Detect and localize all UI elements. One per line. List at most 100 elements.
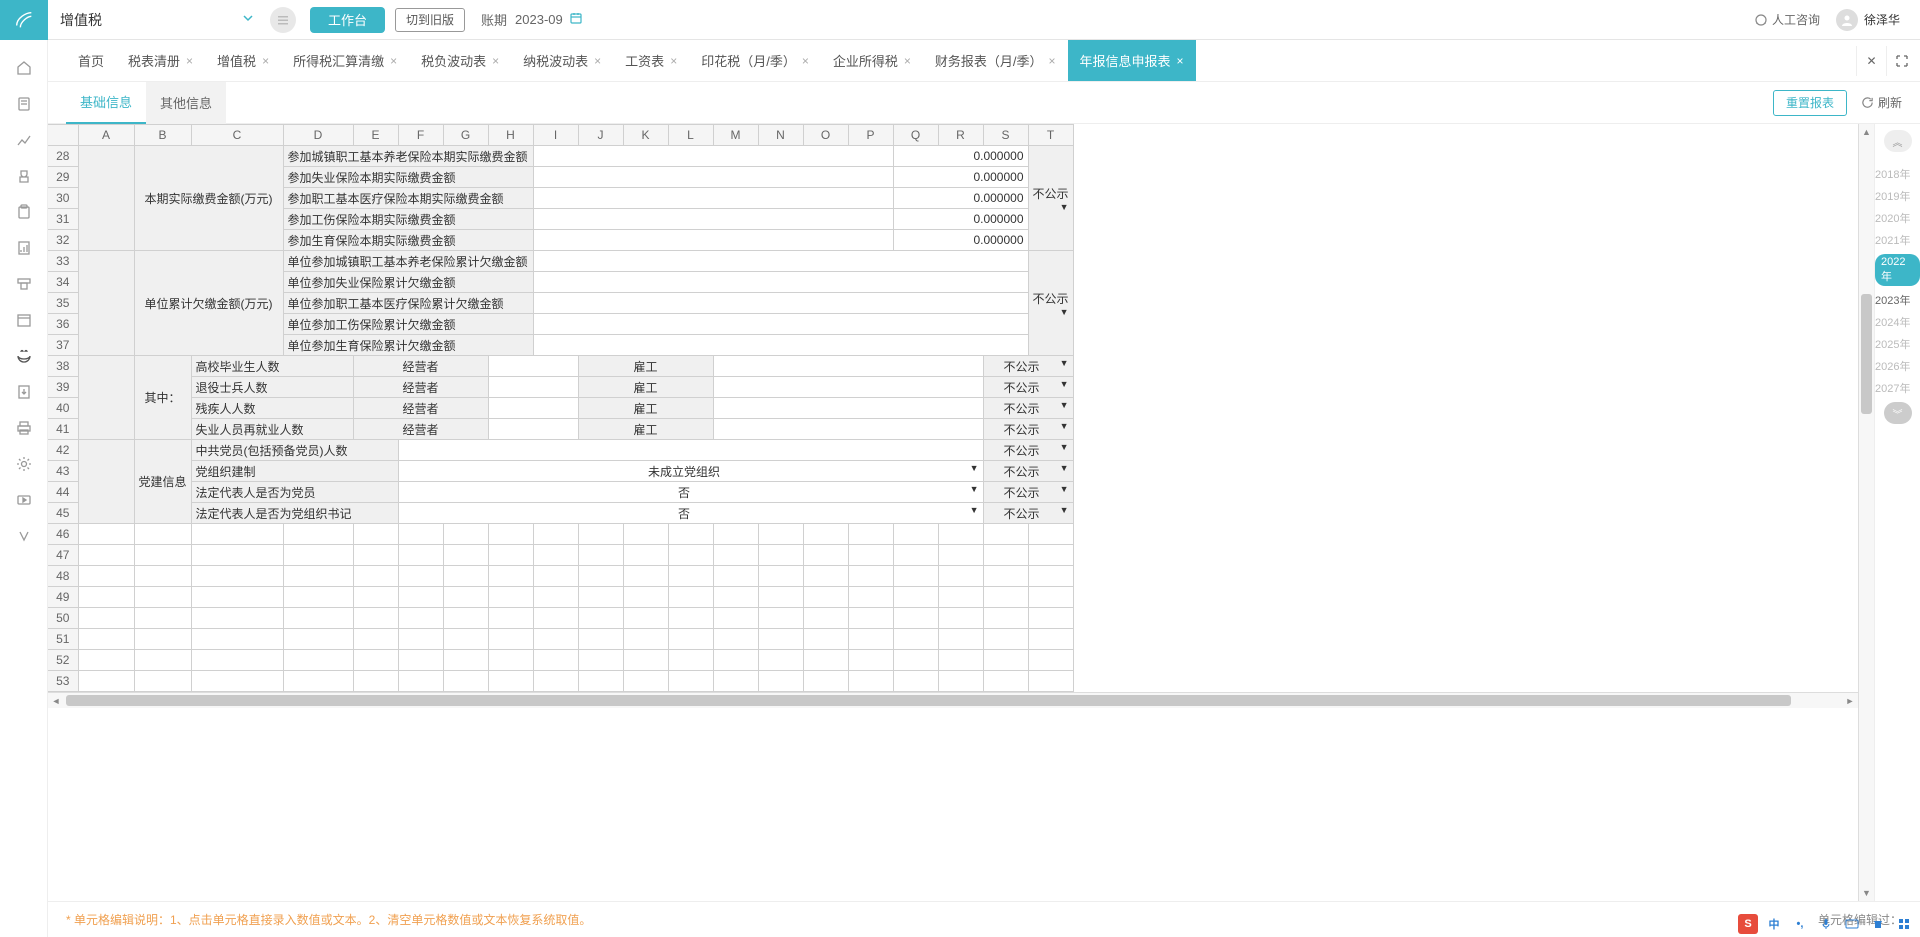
cell[interactable]: [713, 587, 758, 608]
row-header[interactable]: 43: [48, 461, 78, 482]
cell[interactable]: [668, 650, 713, 671]
cell[interactable]: [398, 608, 443, 629]
nav-bowl-icon[interactable]: [0, 338, 48, 374]
cell[interactable]: [758, 650, 803, 671]
cell[interactable]: [191, 608, 283, 629]
cell[interactable]: [848, 587, 893, 608]
cell[interactable]: [78, 566, 134, 587]
row-header[interactable]: 28: [48, 146, 78, 167]
cell[interactable]: 中共党员(包括预备党员)人数: [191, 440, 398, 461]
year-option[interactable]: 2023年: [1875, 292, 1920, 308]
cell[interactable]: [938, 545, 983, 566]
cell[interactable]: 不公示▼: [983, 398, 1073, 419]
cell[interactable]: [713, 671, 758, 692]
cell[interactable]: 单位累计欠缴金额(万元): [134, 251, 283, 356]
cell[interactable]: [78, 650, 134, 671]
human-consult-link[interactable]: 人工咨询: [1754, 11, 1820, 28]
col-header[interactable]: J: [578, 125, 623, 146]
cell[interactable]: [938, 608, 983, 629]
cell[interactable]: 不公示▼: [983, 461, 1073, 482]
cell[interactable]: [283, 671, 353, 692]
row-header[interactable]: 49: [48, 587, 78, 608]
cell[interactable]: [893, 629, 938, 650]
cell[interactable]: [78, 629, 134, 650]
cell[interactable]: [1028, 587, 1073, 608]
cell[interactable]: [283, 608, 353, 629]
cell[interactable]: 其中：: [134, 356, 191, 440]
row-header[interactable]: 44: [48, 482, 78, 503]
cell[interactable]: [758, 629, 803, 650]
row-header[interactable]: 30: [48, 188, 78, 209]
cell[interactable]: [134, 566, 191, 587]
ime-s-icon[interactable]: S: [1738, 914, 1758, 934]
cell[interactable]: [1028, 545, 1073, 566]
cell[interactable]: [191, 587, 283, 608]
cell[interactable]: [488, 587, 533, 608]
tab-close-icon[interactable]: ×: [904, 54, 911, 68]
row-header[interactable]: 32: [48, 230, 78, 251]
ime-skin-icon[interactable]: [1868, 914, 1888, 934]
cell[interactable]: [983, 650, 1028, 671]
workspace-button[interactable]: 工作台: [310, 7, 385, 33]
cell[interactable]: [398, 629, 443, 650]
ime-zh-icon[interactable]: 中: [1764, 914, 1784, 934]
cell[interactable]: [353, 524, 398, 545]
cell[interactable]: [848, 566, 893, 587]
tab-close-icon[interactable]: ×: [390, 54, 397, 68]
year-scroll-up[interactable]: ︽: [1884, 130, 1912, 152]
cell[interactable]: [443, 545, 488, 566]
row-header[interactable]: 53: [48, 671, 78, 692]
cell[interactable]: [758, 608, 803, 629]
cell[interactable]: [78, 440, 134, 524]
cell[interactable]: 法定代表人是否为党员: [191, 482, 398, 503]
switch-old-version-button[interactable]: 切到旧版: [395, 8, 465, 32]
cell[interactable]: [488, 671, 533, 692]
cell[interactable]: [533, 167, 893, 188]
nav-print-icon[interactable]: [0, 410, 48, 446]
cell[interactable]: [134, 629, 191, 650]
cell[interactable]: [283, 524, 353, 545]
cell[interactable]: 雇工: [578, 419, 713, 440]
cell[interactable]: [488, 629, 533, 650]
cell[interactable]: [668, 545, 713, 566]
cell[interactable]: [488, 398, 578, 419]
cell[interactable]: [191, 671, 283, 692]
cell[interactable]: [803, 629, 848, 650]
cell[interactable]: 参加失业保险本期实际缴费金额: [283, 167, 533, 188]
cell[interactable]: [398, 566, 443, 587]
tab-5[interactable]: 纳税波动表×: [511, 40, 613, 82]
reset-report-button[interactable]: 重置报表: [1773, 90, 1847, 116]
cell[interactable]: [578, 524, 623, 545]
cell[interactable]: [533, 314, 1028, 335]
cell[interactable]: 经营者: [353, 356, 488, 377]
cell[interactable]: 否▼: [398, 503, 983, 524]
cell[interactable]: [848, 671, 893, 692]
row-header[interactable]: 34: [48, 272, 78, 293]
calendar-icon[interactable]: [569, 11, 583, 28]
tab-8[interactable]: 企业所得税×: [821, 40, 923, 82]
nav-settings-icon[interactable]: [0, 446, 48, 482]
tab-4[interactable]: 税负波动表×: [409, 40, 511, 82]
cell[interactable]: 0.000000: [893, 188, 1028, 209]
cell[interactable]: [533, 188, 893, 209]
cell[interactable]: [623, 650, 668, 671]
cell[interactable]: [668, 608, 713, 629]
cell[interactable]: [398, 587, 443, 608]
ime-punct-icon[interactable]: •,: [1790, 914, 1810, 934]
cell[interactable]: [848, 650, 893, 671]
cell[interactable]: [623, 629, 668, 650]
nav-report-icon[interactable]: [0, 230, 48, 266]
cell[interactable]: [78, 146, 134, 251]
ime-mic-icon[interactable]: [1816, 914, 1836, 934]
cell[interactable]: [893, 524, 938, 545]
cell[interactable]: [803, 524, 848, 545]
cell[interactable]: [938, 671, 983, 692]
cell[interactable]: [623, 671, 668, 692]
cell[interactable]: 不公示▼: [983, 356, 1073, 377]
cell[interactable]: [398, 650, 443, 671]
cell[interactable]: [353, 650, 398, 671]
row-header[interactable]: 39: [48, 377, 78, 398]
cell[interactable]: [713, 398, 983, 419]
cell[interactable]: [713, 377, 983, 398]
cell[interactable]: [893, 587, 938, 608]
